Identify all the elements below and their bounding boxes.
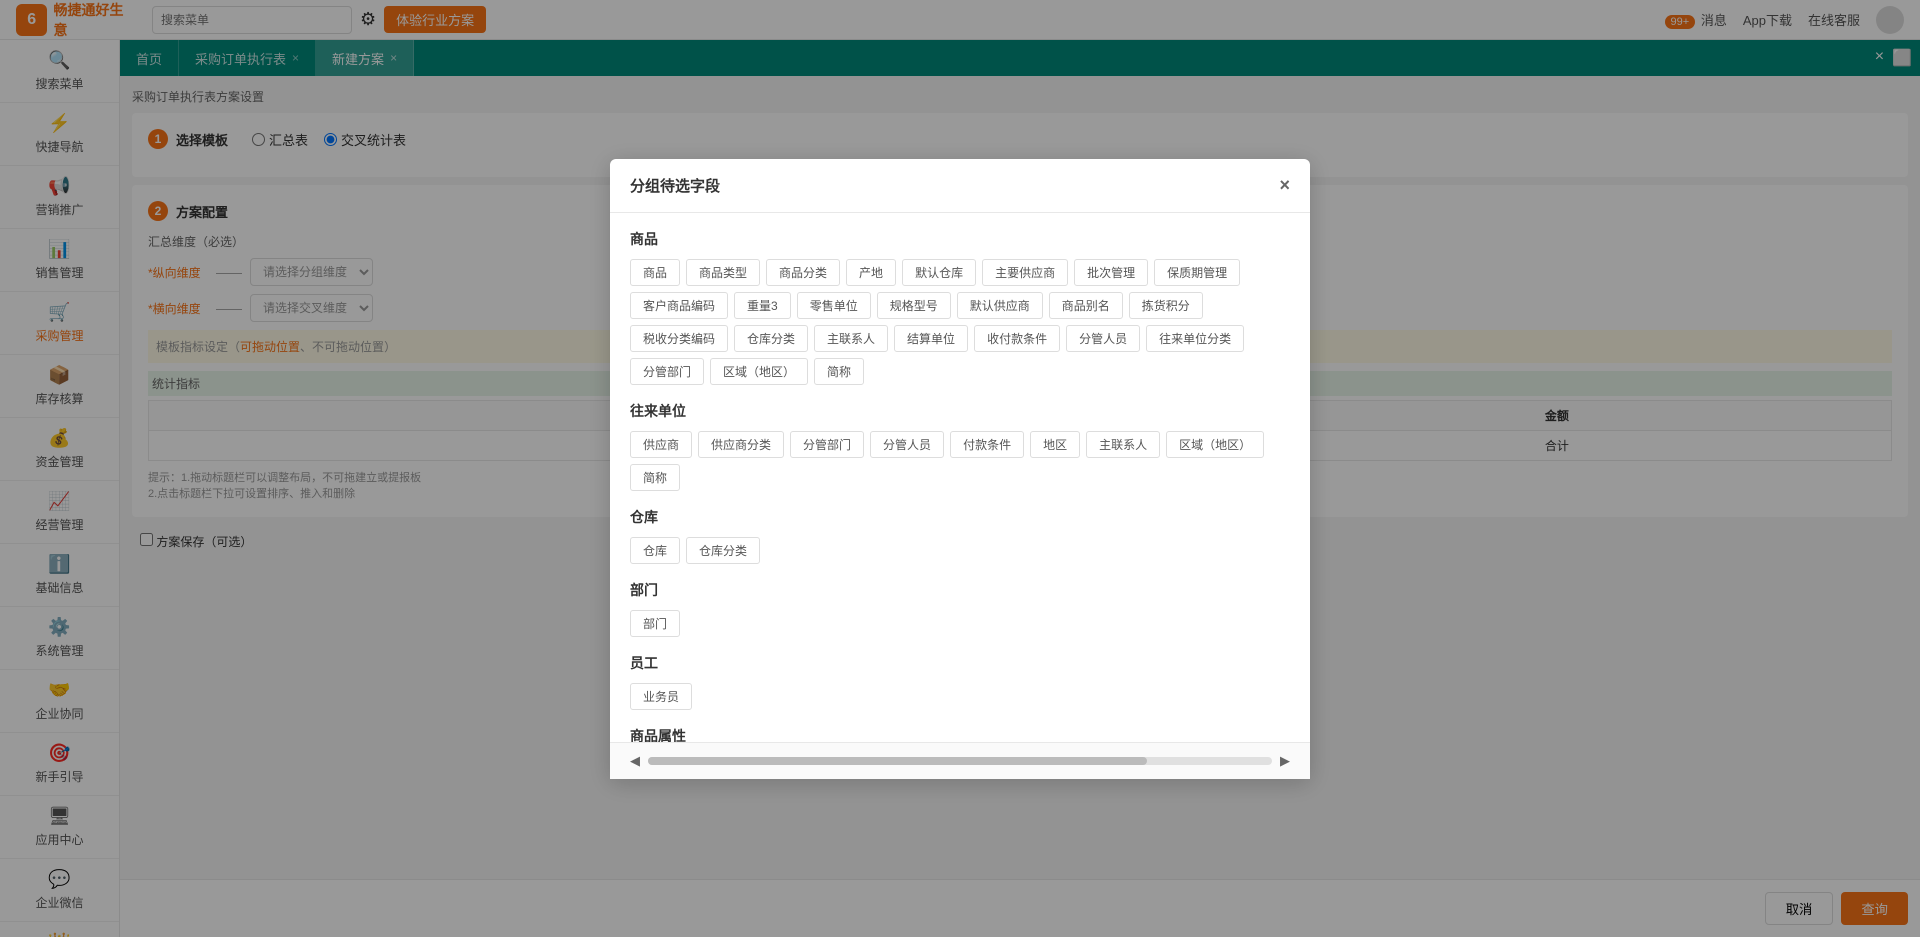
modal-overlay: 分组待选字段 × 商品 商品 商品类型 商品分类 产地 默认仓库 主要供应商 批… — [0, 0, 1920, 937]
chip-product-type[interactable]: 商品类型 — [686, 259, 760, 286]
group-title-partner: 往来单位 — [630, 401, 1290, 421]
field-chips-dept: 部门 — [630, 610, 1290, 637]
chip-default-warehouse[interactable]: 默认仓库 — [902, 259, 976, 286]
chip-main-contact[interactable]: 主联系人 — [814, 325, 888, 352]
field-group-partner: 往来单位 供应商 供应商分类 分管部门 分管人员 付款条件 地区 主联系人 区域… — [630, 401, 1290, 491]
chip-region-product[interactable]: 区域（地区） — [710, 358, 808, 385]
scroll-right-arrow[interactable]: ▶ — [1280, 753, 1290, 769]
field-group-attr: 商品属性 属性 颜色 多规格 尺码 鞋码 1 — [630, 726, 1290, 742]
chip-payment-cond[interactable]: 付款条件 — [950, 431, 1024, 458]
chip-main-supplier[interactable]: 主要供应商 — [982, 259, 1068, 286]
chip-area[interactable]: 地区 — [1030, 431, 1080, 458]
chip-main-contact-partner[interactable]: 主联系人 — [1086, 431, 1160, 458]
chip-settlement-unit[interactable]: 结算单位 — [894, 325, 968, 352]
chip-tax-code[interactable]: 税收分类编码 — [630, 325, 728, 352]
chip-abbr-product[interactable]: 简称 — [814, 358, 864, 385]
chip-batch-mgmt[interactable]: 批次管理 — [1074, 259, 1148, 286]
modal-body: 商品 商品 商品类型 商品分类 产地 默认仓库 主要供应商 批次管理 保质期管理… — [610, 213, 1310, 742]
chip-abbr-partner[interactable]: 简称 — [630, 464, 680, 491]
field-chips-product: 商品 商品类型 商品分类 产地 默认仓库 主要供应商 批次管理 保质期管理 客户… — [630, 259, 1290, 385]
chip-weight3[interactable]: 重量3 — [734, 292, 791, 319]
horizontal-scrollbar[interactable] — [648, 757, 1272, 765]
chip-warehouse-category[interactable]: 仓库分类 — [734, 325, 808, 352]
modal-footer: ◀ ▶ — [610, 742, 1310, 779]
chip-pick-points[interactable]: 拣货积分 — [1129, 292, 1203, 319]
chip-manager-partner[interactable]: 分管人员 — [870, 431, 944, 458]
chip-dept-mgmt[interactable]: 分管部门 — [630, 358, 704, 385]
chip-salesperson[interactable]: 业务员 — [630, 683, 692, 710]
modal-header: 分组待选字段 × — [610, 159, 1310, 213]
chip-manager[interactable]: 分管人员 — [1066, 325, 1140, 352]
chip-origin[interactable]: 产地 — [846, 259, 896, 286]
field-chips-warehouse: 仓库 仓库分类 — [630, 537, 1290, 564]
group-title-dept: 部门 — [630, 580, 1290, 600]
chip-payment-terms[interactable]: 收付款条件 — [974, 325, 1060, 352]
field-group-dept: 部门 部门 — [630, 580, 1290, 637]
modal-close-btn[interactable]: × — [1279, 176, 1290, 194]
modal-dialog: 分组待选字段 × 商品 商品 商品类型 商品分类 产地 默认仓库 主要供应商 批… — [610, 159, 1310, 779]
group-title-staff: 员工 — [630, 653, 1290, 673]
chip-partner-category[interactable]: 往来单位分类 — [1146, 325, 1244, 352]
chip-product-category[interactable]: 商品分类 — [766, 259, 840, 286]
field-group-warehouse: 仓库 仓库 仓库分类 — [630, 507, 1290, 564]
chip-expiry-mgmt[interactable]: 保质期管理 — [1154, 259, 1240, 286]
chip-spec-model[interactable]: 规格型号 — [877, 292, 951, 319]
modal-title: 分组待选字段 — [630, 175, 720, 196]
chip-default-supplier[interactable]: 默认供应商 — [957, 292, 1043, 319]
chip-warehouse-cat[interactable]: 仓库分类 — [686, 537, 760, 564]
field-chips-staff: 业务员 — [630, 683, 1290, 710]
chip-retail-unit[interactable]: 零售单位 — [797, 292, 871, 319]
chip-region-partner[interactable]: 区域（地区） — [1166, 431, 1264, 458]
field-chips-partner: 供应商 供应商分类 分管部门 分管人员 付款条件 地区 主联系人 区域（地区） … — [630, 431, 1290, 491]
chip-dept-partner[interactable]: 分管部门 — [790, 431, 864, 458]
scroll-left-arrow[interactable]: ◀ — [630, 753, 640, 769]
chip-supplier[interactable]: 供应商 — [630, 431, 692, 458]
field-group-staff: 员工 业务员 — [630, 653, 1290, 710]
chip-product[interactable]: 商品 — [630, 259, 680, 286]
group-title-warehouse: 仓库 — [630, 507, 1290, 527]
chip-customer-sku[interactable]: 客户商品编码 — [630, 292, 728, 319]
scrollbar-thumb — [648, 757, 1147, 765]
chip-supplier-category[interactable]: 供应商分类 — [698, 431, 784, 458]
group-title-product: 商品 — [630, 229, 1290, 249]
chip-warehouse[interactable]: 仓库 — [630, 537, 680, 564]
chip-product-alias[interactable]: 商品别名 — [1049, 292, 1123, 319]
field-group-product: 商品 商品 商品类型 商品分类 产地 默认仓库 主要供应商 批次管理 保质期管理… — [630, 229, 1290, 385]
group-title-attr: 商品属性 — [630, 726, 1290, 742]
chip-dept[interactable]: 部门 — [630, 610, 680, 637]
